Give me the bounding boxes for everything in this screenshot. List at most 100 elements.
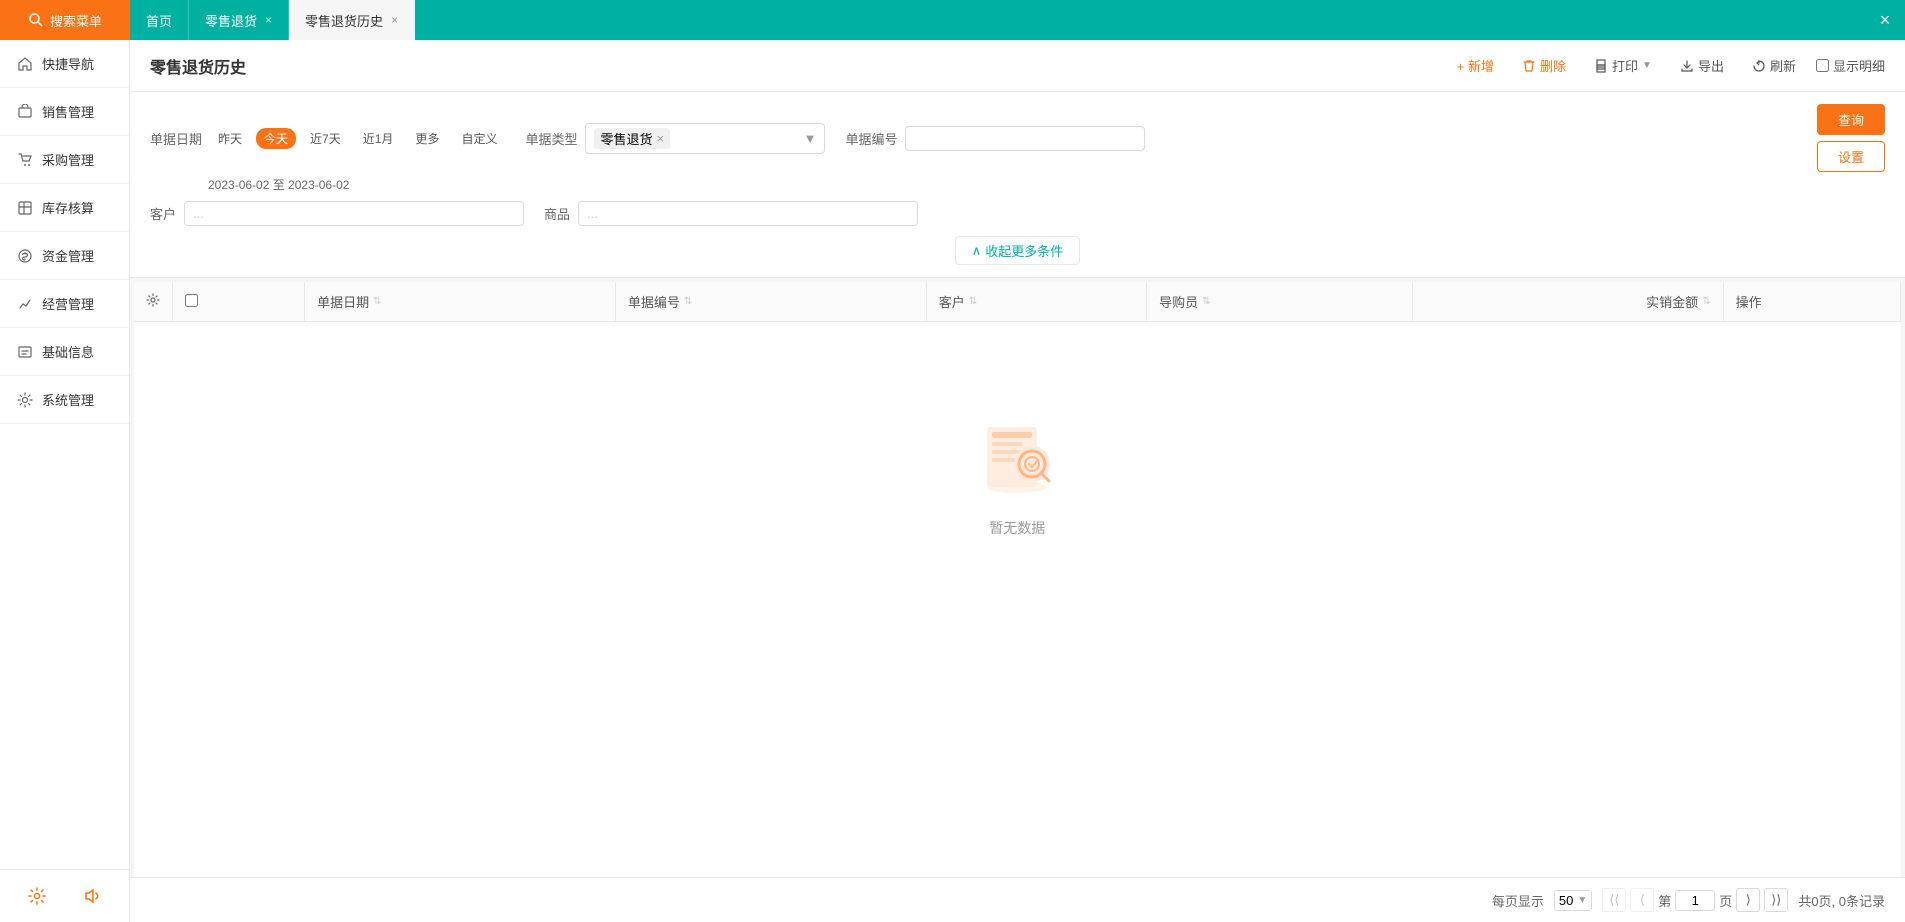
type-filter-item: 单据类型 零售退货 × ▼ — [525, 123, 825, 154]
add-button[interactable]: + 新增 — [1449, 52, 1502, 79]
sidebar-item-system[interactable]: 系统管理 — [0, 376, 129, 424]
filter-row-1: 单据日期 昨天 今天 近7天 近1月 更多 自定义 单据类型 — [150, 104, 1885, 172]
sidebar-item-quicknav[interactable]: 快捷导航 — [0, 40, 129, 88]
sidebar-bottom — [0, 869, 129, 922]
sidebar-item-sales[interactable]: 销售管理 — [0, 88, 129, 136]
finance-icon — [16, 247, 34, 265]
content-area: 零售退货历史 + 新增 删除 打印 — [130, 40, 1905, 922]
page-prev-button[interactable]: ⟨ — [1630, 888, 1654, 912]
sidebar-item-purchase-label: 采购管理 — [42, 150, 94, 169]
th-date[interactable]: 单据日期 ⇅ — [305, 282, 616, 322]
settings-button[interactable] — [21, 880, 53, 912]
type-tag-remove[interactable]: × — [656, 131, 664, 146]
sidebar: 快捷导航 销售管理 采购管理 — [0, 40, 130, 922]
per-page-select[interactable]: 50 ▼ — [1554, 890, 1592, 911]
goods-filter-input[interactable]: ... — [578, 201, 918, 226]
gear-icon — [28, 887, 46, 905]
search-area[interactable]: 搜索菜单 — [0, 0, 130, 40]
operation-icon — [16, 295, 34, 313]
guide-sort-icon[interactable]: ⇅ — [1202, 296, 1210, 307]
date-more[interactable]: 更多 — [407, 128, 447, 149]
orderno-sort-icon[interactable]: ⇅ — [684, 296, 692, 307]
tab-retail-return[interactable]: 零售退货 × — [189, 0, 289, 40]
date-today[interactable]: 今天 — [256, 128, 296, 149]
export-button[interactable]: 导出 — [1672, 52, 1732, 79]
export-label: 导出 — [1698, 56, 1724, 75]
page-last-button[interactable]: ⟩⟩ — [1764, 888, 1788, 912]
th-settings[interactable] — [134, 282, 173, 322]
customer-filter-item: 客户 ... — [150, 201, 524, 226]
customer-sort-icon[interactable]: ⇅ — [969, 296, 977, 307]
sidebar-item-purchase[interactable]: 采购管理 — [0, 136, 129, 184]
th-orderno[interactable]: 单据编号 ⇅ — [615, 282, 926, 322]
per-page-label: 每页显示 — [1492, 891, 1544, 910]
select-all-checkbox[interactable] — [185, 294, 198, 307]
amount-sort-icon[interactable]: ⇅ — [1702, 296, 1710, 307]
settings-filter-button[interactable]: 设置 — [1817, 141, 1885, 172]
type-filter-select[interactable]: 零售退货 × ▼ — [585, 123, 825, 154]
refresh-button[interactable]: 刷新 — [1744, 52, 1804, 79]
action-buttons: 查询 设置 — [1817, 104, 1885, 172]
show-detail-input[interactable] — [1816, 59, 1829, 72]
refresh-label: 刷新 — [1770, 56, 1796, 75]
goods-filter-label: 商品 — [544, 204, 570, 223]
print-label: 打印 — [1612, 56, 1638, 75]
delete-button[interactable]: 删除 — [1514, 52, 1574, 79]
th-guide[interactable]: 导购员 ⇅ — [1147, 282, 1413, 322]
per-page-value: 50 — [1559, 893, 1573, 908]
export-icon — [1680, 59, 1694, 73]
th-amount[interactable]: 实销金额 ⇅ — [1412, 282, 1723, 322]
query-button[interactable]: 查询 — [1817, 104, 1885, 135]
show-detail-checkbox[interactable]: 显示明细 — [1816, 56, 1885, 75]
sidebar-item-inventory-label: 库存核算 — [42, 198, 94, 217]
delete-label: 删除 — [1540, 56, 1566, 75]
per-page-chevron: ▼ — [1577, 895, 1587, 906]
home-icon — [16, 55, 34, 73]
tab-home[interactable]: 首页 — [130, 0, 189, 40]
window-close-button[interactable]: × — [1865, 0, 1905, 40]
sidebar-item-basicinfo-label: 基础信息 — [42, 342, 94, 361]
date-yesterday[interactable]: 昨天 — [210, 128, 250, 149]
th-amount-label: 实销金额 — [1646, 292, 1698, 311]
add-label: + 新增 — [1457, 56, 1494, 75]
date-1month[interactable]: 近1月 — [355, 128, 402, 149]
th-operation-label: 操作 — [1736, 295, 1762, 310]
tab-retail-return-close[interactable]: × — [265, 13, 272, 27]
date-7days[interactable]: 近7天 — [302, 128, 349, 149]
th-customer[interactable]: 客户 ⇅ — [926, 282, 1146, 322]
sidebar-item-basicinfo[interactable]: 基础信息 — [0, 328, 129, 376]
sidebar-item-inventory[interactable]: 库存核算 — [0, 184, 129, 232]
page-nav: ⟨⟨ ⟨ 第 页 ⟩ ⟩⟩ — [1602, 888, 1788, 912]
sidebar-item-operation[interactable]: 经营管理 — [0, 280, 129, 328]
tab-retail-return-history[interactable]: 零售退货历史 × — [289, 0, 415, 40]
sidebar-item-finance[interactable]: 资金管理 — [0, 232, 129, 280]
total-count: 共0页, 0条记录 — [1798, 891, 1885, 910]
data-table: 单据日期 ⇅ 单据编号 ⇅ 客户 — [134, 282, 1901, 618]
orderno-filter-input[interactable] — [905, 126, 1145, 151]
date-filter-buttons: 昨天 今天 近7天 近1月 更多 自定义 — [210, 128, 505, 149]
collapse-button[interactable]: ∧ 收起更多条件 — [955, 236, 1081, 265]
page-first-button[interactable]: ⟨⟨ — [1602, 888, 1626, 912]
pagination-bar: 每页显示 50 ▼ ⟨⟨ ⟨ 第 页 ⟩ ⟩⟩ 共0页, 0条记录 — [130, 877, 1905, 922]
page-unit: 页 — [1719, 891, 1732, 910]
table-container: 单据日期 ⇅ 单据编号 ⇅ 客户 — [134, 282, 1901, 877]
page-next-button[interactable]: ⟩ — [1736, 888, 1760, 912]
date-custom[interactable]: 自定义 — [453, 128, 505, 149]
empty-illustration — [967, 402, 1067, 502]
page-input[interactable] — [1675, 890, 1715, 911]
tab-retail-return-history-close[interactable]: × — [391, 13, 398, 27]
page-label: 第 — [1658, 891, 1671, 910]
collapse-label: 收起更多条件 — [985, 241, 1063, 260]
th-checkbox[interactable] — [173, 282, 305, 322]
audio-button[interactable] — [76, 880, 108, 912]
table-settings-icon[interactable] — [146, 293, 160, 307]
date-filter-item: 单据日期 昨天 今天 近7天 近1月 更多 自定义 — [150, 128, 505, 149]
show-detail-label: 显示明细 — [1833, 56, 1885, 75]
customer-filter-input[interactable]: ... — [184, 201, 524, 226]
date-range-display: 2023-06-02 至 2023-06-02 — [208, 178, 349, 192]
date-sort-icon[interactable]: ⇅ — [373, 296, 381, 307]
delete-icon — [1522, 59, 1536, 73]
print-button[interactable]: 打印 ▼ — [1586, 52, 1660, 79]
main-layout: 快捷导航 销售管理 采购管理 — [0, 40, 1905, 922]
date-filter-label: 单据日期 — [150, 129, 202, 148]
